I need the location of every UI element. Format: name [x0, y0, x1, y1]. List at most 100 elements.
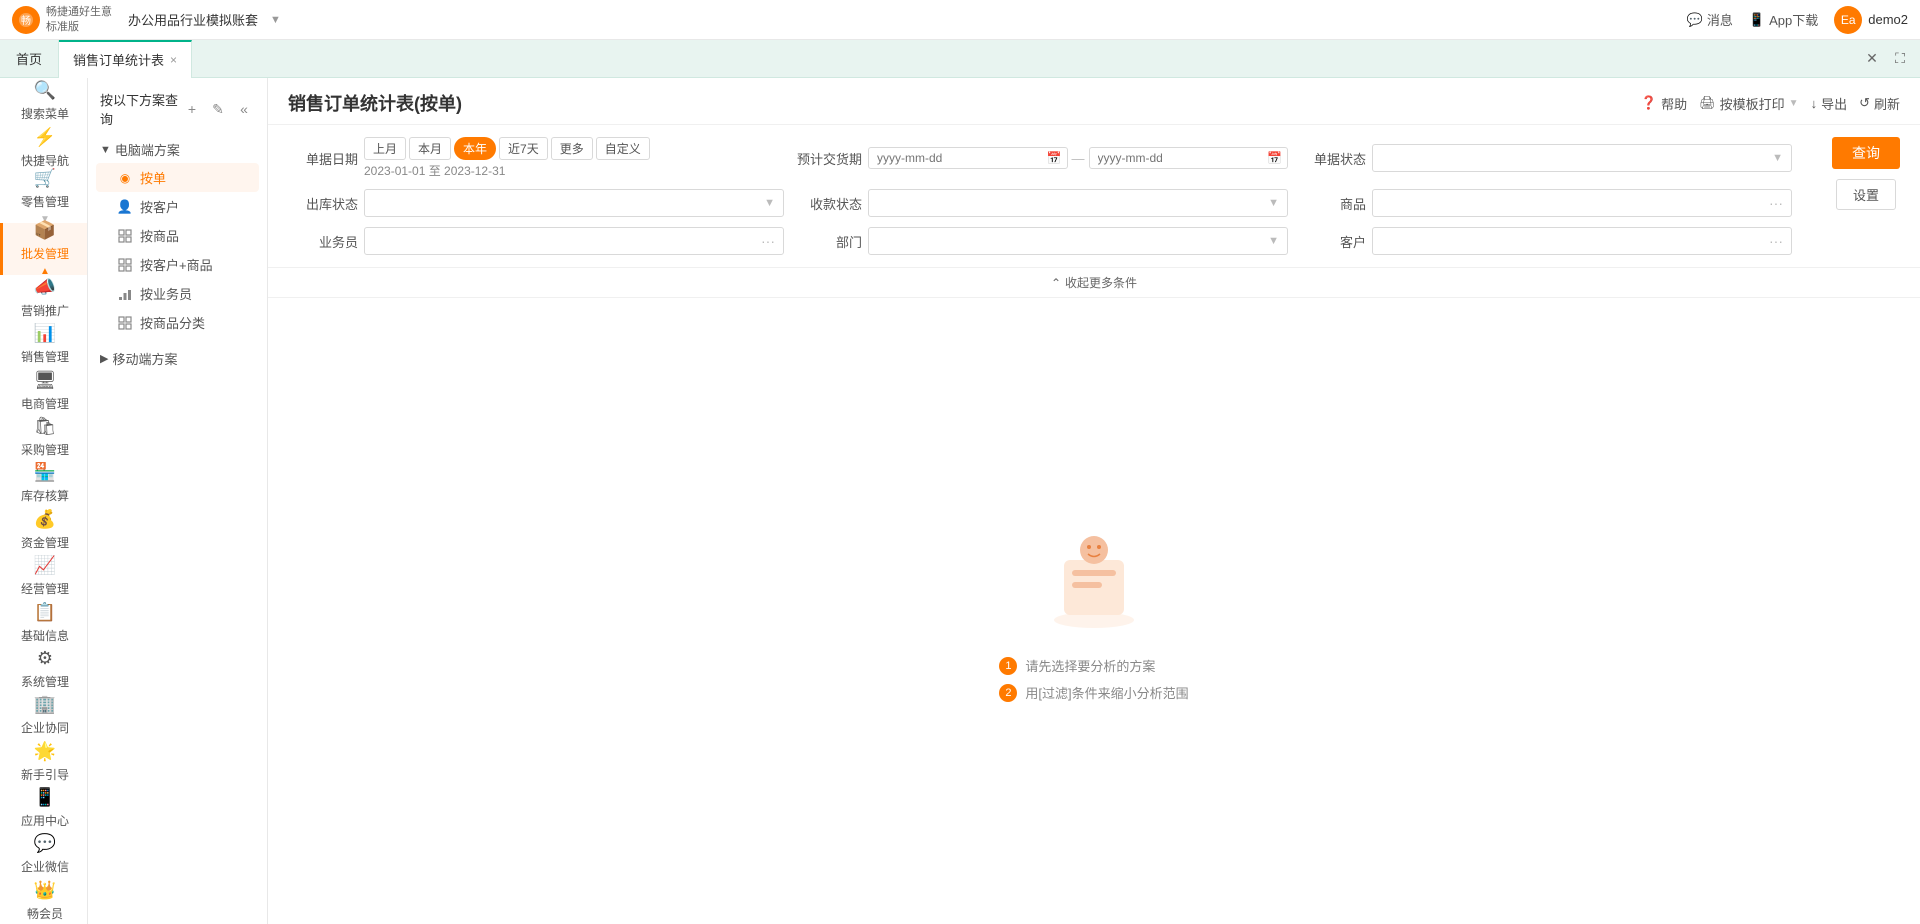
basic-icon: 📋	[34, 602, 56, 623]
filter-area: 单据日期 上月 本月 本年 近7天 更多 自定义	[268, 125, 1920, 298]
dept-select[interactable]: ▼	[868, 227, 1288, 255]
avatar: Ea	[1834, 6, 1862, 34]
filter-fields: 单据日期 上月 本月 本年 近7天 更多 自定义	[268, 125, 1812, 267]
expected-date-end-input[interactable]	[1089, 147, 1289, 169]
sidebar-item-enterprise[interactable]: 🏢 企业协同	[0, 692, 87, 738]
help-button[interactable]: ❓ 帮助	[1641, 94, 1687, 113]
filter-cell-salesperson: 业务员 ···	[288, 227, 784, 255]
sidebar-item-newbie[interactable]: 🌟 新手引导	[0, 739, 87, 785]
out-status-arrow: ▼	[764, 197, 775, 209]
sidebar-item-basic[interactable]: 📋 基础信息	[0, 599, 87, 645]
sidebar-item-operation[interactable]: 📈 经营管理	[0, 553, 87, 599]
empty-hint-2: 2 用[过滤]条件来缩小分析范围	[999, 683, 1188, 702]
salesperson-label: 业务员	[288, 232, 358, 251]
expected-date-start-input[interactable]	[868, 147, 1068, 169]
sidebar-item-wechat[interactable]: 💬 企业微信	[0, 831, 87, 877]
scheme-add-button[interactable]: +	[181, 98, 203, 120]
app-title: 办公用品行业模拟账套	[128, 10, 258, 29]
date-btn-custom[interactable]: 自定义	[596, 137, 650, 160]
filter-cell-receipt-status: 收款状态 ▼	[792, 189, 1288, 217]
sidebar-item-marketing[interactable]: 📣 营销推广	[0, 275, 87, 321]
settings-button[interactable]: 设置	[1836, 179, 1896, 210]
doc-status-arrow: ▼	[1772, 152, 1783, 164]
download-icon: 📱	[1749, 12, 1765, 28]
empty-state: 1 请先选择要分析的方案 2 用[过滤]条件来缩小分析范围	[268, 298, 1920, 924]
quick-nav-icon: ⚡	[34, 127, 56, 148]
right-panel: 销售订单统计表(按单) ❓ 帮助 🖨 按模板打印 ▼ ↓ 导出	[268, 78, 1920, 924]
scheme-edit-button[interactable]: ✎	[207, 98, 229, 120]
message-button[interactable]: 💬 消息	[1687, 10, 1733, 29]
newbie-icon: 🌟	[34, 741, 56, 762]
mobile-scheme-group-header[interactable]: ▶ 移动端方案	[96, 345, 259, 372]
tab-home[interactable]: 首页	[0, 40, 59, 78]
sidebar-item-inventory[interactable]: 🏪 库存核算	[0, 460, 87, 506]
window-maximize-button[interactable]: ⛶	[1888, 47, 1912, 71]
collapse-icon: ⌃	[1051, 276, 1061, 290]
app-download-button[interactable]: 📱 App下载	[1749, 10, 1818, 29]
title-dropdown-arrow[interactable]: ▼	[270, 14, 281, 26]
out-status-select[interactable]: ▼	[364, 189, 784, 217]
refresh-button[interactable]: ↺ 刷新	[1859, 94, 1900, 113]
sidebar-item-search-menu[interactable]: 🔍 搜索菜单	[0, 78, 87, 124]
filter-cell-goods: 商品 ···	[1296, 189, 1792, 217]
expected-date-field: 📅 — 📅	[868, 147, 1288, 169]
filter-row-1: 单据日期 上月 本月 本年 近7天 更多 自定义	[268, 125, 1812, 179]
dept-label: 部门	[792, 232, 862, 251]
doc-status-select[interactable]: ▼	[1372, 144, 1792, 172]
page-title: 销售订单统计表(按单)	[288, 90, 462, 116]
salesperson-more-icon[interactable]: ···	[761, 233, 775, 249]
sidebar-item-retail[interactable]: 🛒 零售管理 ▼	[0, 171, 87, 223]
goods-select[interactable]: ···	[1372, 189, 1792, 217]
scheme-item-by-salesperson[interactable]: 按业务员	[96, 279, 259, 308]
user-menu[interactable]: Ea demo2	[1834, 6, 1908, 34]
filter-cell-customer: 客户 ···	[1296, 227, 1792, 255]
date-field: 上月 本月 本年 近7天 更多 自定义 2023-01-01 至 2023-12…	[364, 137, 784, 179]
date-btn-more[interactable]: 更多	[551, 137, 593, 160]
calendar-icon-end: 📅	[1267, 151, 1282, 165]
sidebar-item-finance[interactable]: 💰 资金管理	[0, 507, 87, 553]
salesperson-select[interactable]: ···	[364, 227, 784, 255]
tab-sales-order-stats[interactable]: 销售订单统计表 ×	[59, 40, 192, 78]
customer-more-icon[interactable]: ···	[1769, 233, 1783, 249]
scheme-by-order-icon: ◉	[116, 169, 134, 187]
scheme-panel: 按以下方案查询 + ✎ « ▼ 电脑端方案 ◉ 按单 👤 按客户	[88, 78, 268, 924]
date-btn-7days[interactable]: 近7天	[499, 137, 548, 160]
sidebar-item-vip[interactable]: 👑 畅会员	[0, 878, 87, 924]
sidebar-item-system[interactable]: ⚙ 系统管理	[0, 646, 87, 692]
sidebar-item-sales[interactable]: 📊 销售管理	[0, 321, 87, 367]
customer-label: 客户	[1296, 232, 1366, 251]
sidebar-item-quick-nav[interactable]: ⚡ 快捷导航	[0, 124, 87, 170]
date-btn-this-month[interactable]: 本月	[409, 137, 451, 160]
scheme-item-by-goods-category[interactable]: 按商品分类	[96, 308, 259, 337]
scheme-item-by-goods[interactable]: 按商品	[96, 221, 259, 250]
date-separator: —	[1072, 151, 1085, 166]
filter-row-3: 业务员 ··· 部门 ▼	[268, 217, 1812, 267]
empty-hints: 1 请先选择要分析的方案 2 用[过滤]条件来缩小分析范围	[999, 656, 1188, 702]
expected-date-end-wrap: 📅	[1089, 147, 1289, 169]
export-button[interactable]: ↓ 导出	[1811, 94, 1848, 113]
goods-more-icon[interactable]: ···	[1769, 195, 1783, 211]
desktop-scheme-group-header[interactable]: ▼ 电脑端方案	[96, 136, 259, 163]
scheme-item-by-customer[interactable]: 👤 按客户	[96, 192, 259, 221]
vip-icon: 👑	[34, 880, 56, 901]
date-btn-last-month[interactable]: 上月	[364, 137, 406, 160]
tab-close-button[interactable]: ×	[170, 53, 177, 67]
scheme-item-by-customer-goods[interactable]: 按客户+商品	[96, 250, 259, 279]
query-button[interactable]: 查询	[1832, 137, 1900, 169]
sidebar-item-ecommerce[interactable]: 🖥 电商管理	[0, 368, 87, 414]
system-icon: ⚙	[37, 648, 53, 669]
sidebar-item-purchase[interactable]: 🛍 采购管理	[0, 414, 87, 460]
appcenter-icon: 📱	[34, 787, 56, 808]
date-btn-this-year[interactable]: 本年	[454, 137, 496, 160]
scheme-item-by-order[interactable]: ◉ 按单	[96, 163, 259, 192]
window-close-button[interactable]: ✕	[1860, 47, 1884, 71]
print-button[interactable]: 🖨 按模板打印 ▼	[1699, 94, 1798, 113]
marketing-icon: 📣	[34, 277, 56, 298]
collapse-button[interactable]: ⌃ 收起更多条件	[1051, 274, 1137, 291]
scheme-collapse-button[interactable]: «	[233, 98, 255, 120]
customer-select[interactable]: ···	[1372, 227, 1792, 255]
receipt-status-select[interactable]: ▼	[868, 189, 1288, 217]
sidebar-item-wholesale[interactable]: 📦 批发管理 ▲	[0, 223, 87, 275]
out-status-label: 出库状态	[288, 194, 358, 213]
sidebar-item-appcenter[interactable]: 📱 应用中心	[0, 785, 87, 831]
